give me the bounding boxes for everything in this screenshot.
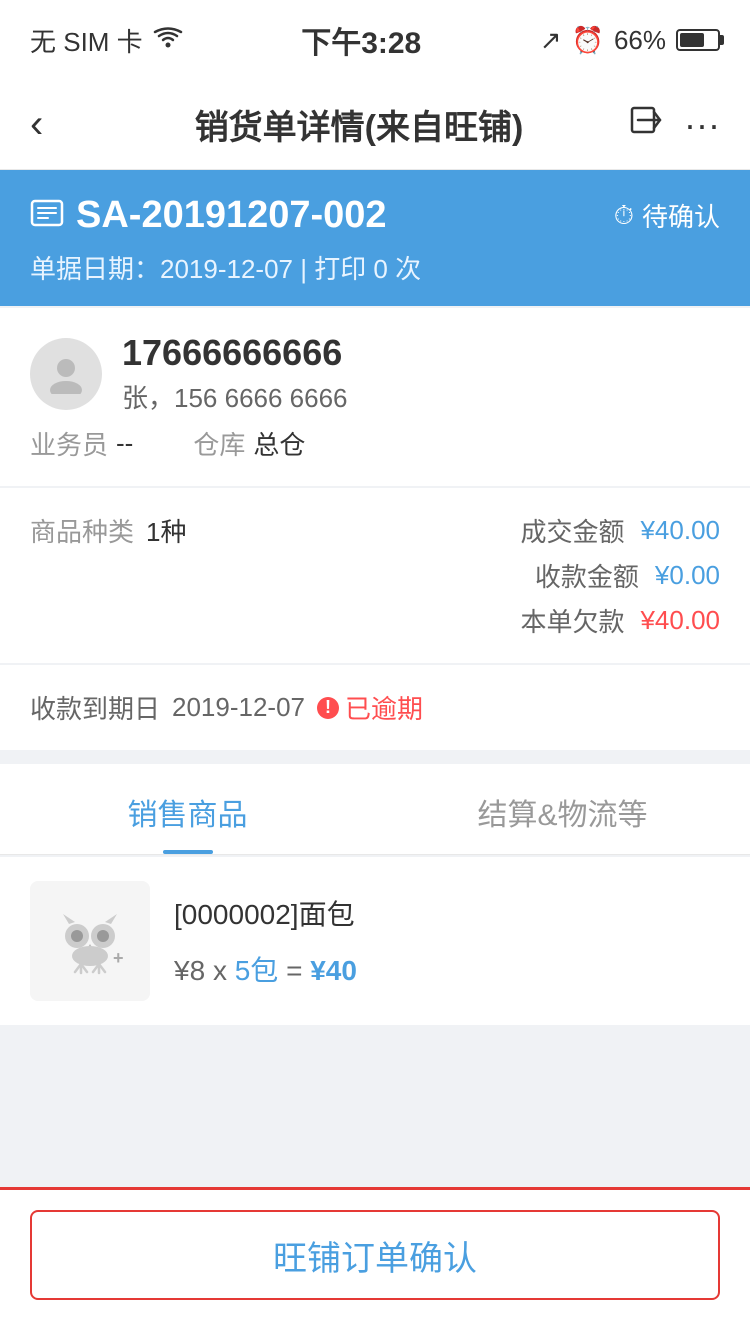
confirm-button[interactable]: 旺铺订单确认 bbox=[30, 1210, 720, 1300]
avatar bbox=[30, 338, 102, 410]
received-value: ¥0.00 bbox=[655, 560, 720, 591]
order-meta: 单据日期：2019-12-07 | 打印 0 次 bbox=[30, 249, 720, 286]
type-value: 1种 bbox=[146, 512, 186, 549]
customer-phone: 17666666666 bbox=[122, 332, 348, 374]
clock-icon: ⏱ bbox=[614, 200, 634, 232]
balance-label: 本单欠款 bbox=[520, 602, 624, 639]
product-thumbnail: + bbox=[30, 881, 150, 1001]
product-total: ¥40 bbox=[310, 955, 357, 986]
svg-text:+: + bbox=[113, 948, 124, 968]
more-icon[interactable]: ··· bbox=[684, 104, 720, 146]
due-label: 收款到期日 bbox=[30, 689, 160, 726]
balance-value: ¥40.00 bbox=[640, 605, 720, 636]
warehouse-detail: 仓库 总仓 bbox=[193, 425, 305, 462]
nav-bar: ‹ 销货单详情(来自旺铺) ··· bbox=[0, 80, 750, 170]
overdue-text: 已逾期 bbox=[345, 689, 423, 726]
amounts-area: 成交金额 ¥40.00 收款金额 ¥0.00 本单欠款 ¥40.00 bbox=[520, 512, 720, 639]
product-equals: = bbox=[286, 955, 310, 986]
product-price-row: ¥8 x 5包 = ¥40 bbox=[174, 949, 720, 989]
order-id: SA-20191207-002 bbox=[30, 194, 387, 237]
customer-section: 17666666666 张，156 6666 6666 业务员 -- 仓库 总仓 bbox=[0, 308, 750, 486]
amount-row: 成交金额 ¥40.00 bbox=[520, 512, 720, 549]
product-list: + [0000002]面包 ¥8 x 5包 = ¥40 bbox=[0, 857, 750, 1025]
product-type-area: 商品种类 1种 bbox=[30, 512, 186, 549]
share-icon[interactable] bbox=[628, 102, 664, 147]
time-label: 下午3:28 bbox=[301, 18, 421, 62]
customer-name-phone: 张，156 6666 6666 bbox=[122, 378, 348, 415]
order-status: ⏱ 待确认 bbox=[614, 197, 720, 234]
warehouse-label: 仓库 bbox=[193, 425, 245, 462]
sales-value: -- bbox=[116, 428, 133, 459]
customer-row: 17666666666 张，156 6666 6666 bbox=[30, 332, 720, 415]
product-multiply: x bbox=[213, 955, 235, 986]
received-row: 收款金额 ¥0.00 bbox=[535, 557, 720, 594]
battery-percent: 66% bbox=[614, 25, 666, 56]
summary-section: 商品种类 1种 成交金额 ¥40.00 收款金额 ¥0.00 本单欠款 ¥40.… bbox=[0, 488, 750, 663]
balance-row: 本单欠款 ¥40.00 bbox=[520, 602, 720, 639]
bottom-bar: 旺铺订单确认 bbox=[0, 1187, 750, 1334]
nav-actions: ··· bbox=[628, 102, 720, 147]
type-label: 商品种类 bbox=[30, 512, 134, 549]
product-info: [0000002]面包 ¥8 x 5包 = ¥40 bbox=[174, 893, 720, 989]
due-section: 收款到期日 2019-12-07 ! 已逾期 bbox=[0, 665, 750, 750]
product-qty: 5包 bbox=[235, 955, 279, 986]
product-item: + [0000002]面包 ¥8 x 5包 = ¥40 bbox=[0, 857, 750, 1025]
product-price: ¥8 bbox=[174, 955, 205, 986]
order-header-row: SA-20191207-002 ⏱ 待确认 bbox=[30, 194, 720, 237]
tab-sales-products[interactable]: 销售商品 bbox=[0, 764, 375, 854]
status-bar: 无 SIM 卡 下午3:28 ↗ ⏰ 66% bbox=[0, 0, 750, 80]
status-left: 无 SIM 卡 bbox=[30, 22, 183, 59]
due-date: 2019-12-07 bbox=[172, 692, 305, 723]
amount-label: 成交金额 bbox=[520, 512, 624, 549]
page-title: 销货单详情(来自旺铺) bbox=[195, 100, 524, 149]
amount-value: ¥40.00 bbox=[640, 515, 720, 546]
order-icon bbox=[30, 194, 64, 237]
alarm-icon: ⏰ bbox=[572, 25, 604, 56]
status-right: ↗ ⏰ 66% bbox=[540, 25, 720, 56]
overdue-icon: ! bbox=[317, 697, 339, 719]
received-label: 收款金额 bbox=[535, 557, 639, 594]
sales-detail: 业务员 -- bbox=[30, 425, 133, 462]
product-name: [0000002]面包 bbox=[174, 893, 720, 933]
tab-settlement[interactable]: 结算&物流等 bbox=[375, 764, 750, 854]
back-button[interactable]: ‹ bbox=[30, 102, 90, 147]
battery-icon bbox=[676, 29, 720, 51]
order-header: SA-20191207-002 ⏱ 待确认 单据日期：2019-12-07 | … bbox=[0, 170, 750, 306]
wifi-icon bbox=[153, 25, 183, 56]
warehouse-value: 总仓 bbox=[253, 425, 305, 462]
overdue-badge: ! 已逾期 bbox=[317, 689, 423, 726]
carrier-label: 无 SIM 卡 bbox=[30, 22, 143, 59]
sales-label: 业务员 bbox=[30, 425, 108, 462]
customer-detail-row: 业务员 -- 仓库 总仓 bbox=[30, 425, 720, 462]
location-icon: ↗ bbox=[540, 25, 562, 56]
tab-bar: 销售商品 结算&物流等 bbox=[0, 764, 750, 855]
